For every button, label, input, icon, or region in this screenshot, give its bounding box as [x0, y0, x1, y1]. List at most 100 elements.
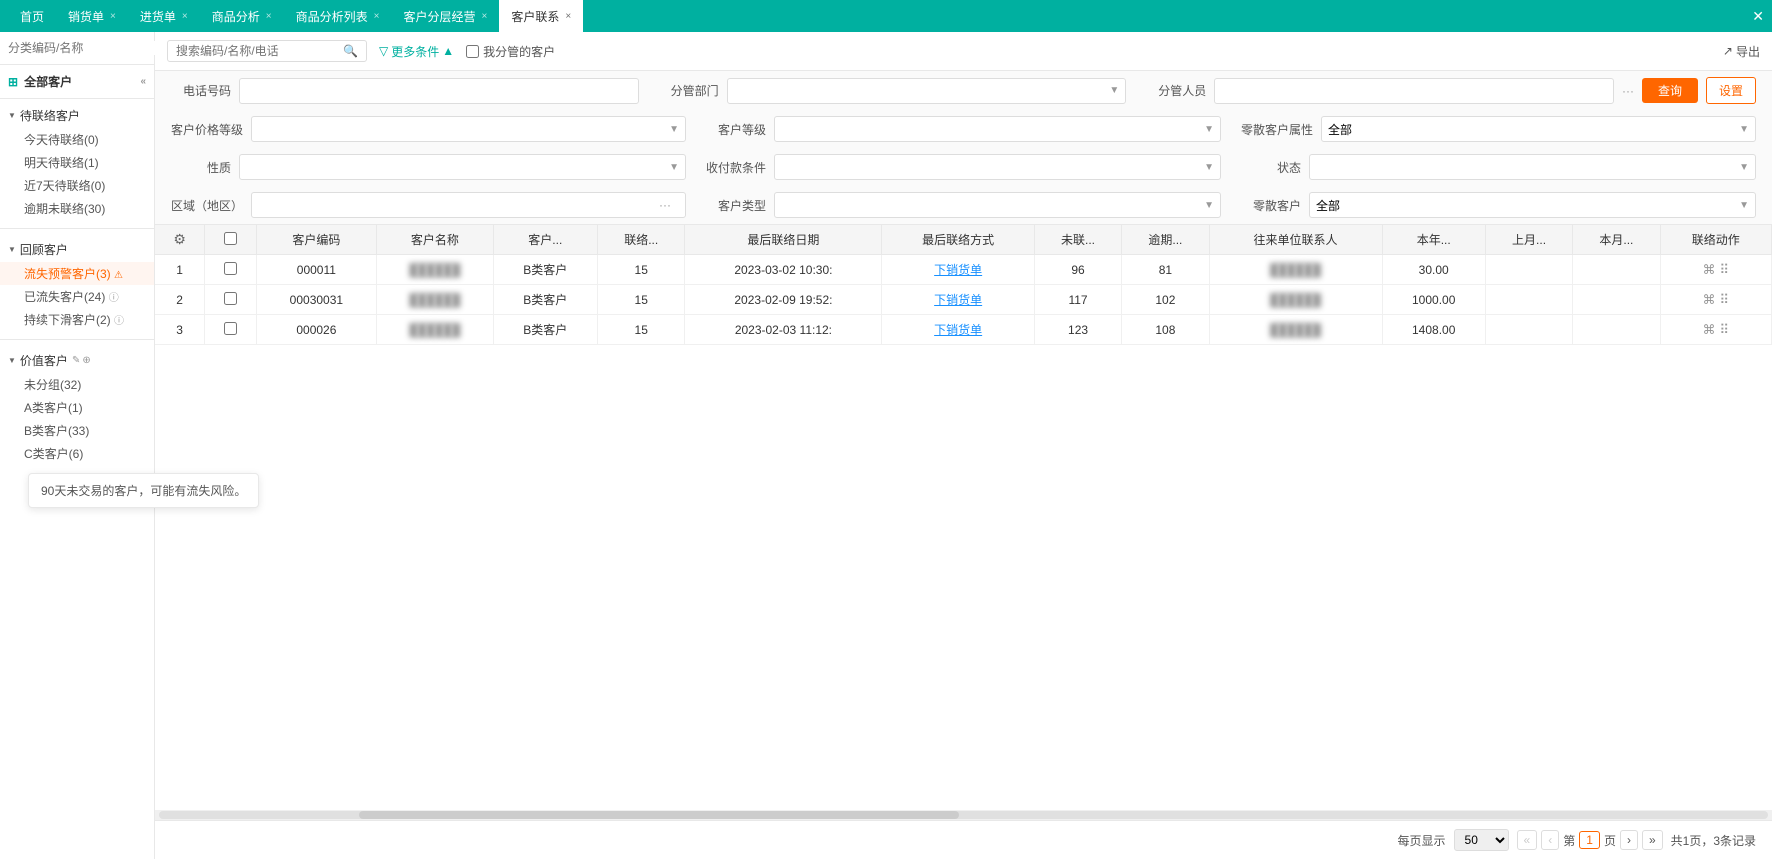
- contact-action-icon[interactable]: ⌘: [1703, 262, 1716, 278]
- sidebar-group-pending-title[interactable]: ▼ 待联络客户: [0, 103, 154, 128]
- tab-goods-list[interactable]: 商品分析列表 ×: [284, 0, 392, 32]
- row-contact: 15: [598, 255, 685, 285]
- status-select[interactable]: ▼: [1309, 154, 1756, 180]
- area-select[interactable]: ···: [251, 192, 686, 218]
- per-page-label: 每页显示: [1398, 832, 1446, 849]
- grid-icon: ⊞: [8, 75, 18, 89]
- table-area: ⚙ 客户编码 客户名称 客户... 联络... 最后联络日期 最后联络方式 未联…: [155, 225, 1772, 810]
- tab-home[interactable]: 首页: [8, 0, 56, 32]
- search-input[interactable]: [176, 44, 343, 58]
- col-settings[interactable]: ⚙: [155, 225, 205, 255]
- sidebar-group-review-title[interactable]: ▼ 回顾客户: [0, 237, 154, 262]
- row-action: ⌘ ⠿: [1660, 285, 1771, 315]
- person-input[interactable]: [1214, 78, 1614, 104]
- tab-customer-tier[interactable]: 客户分层经营 ×: [391, 0, 499, 32]
- more-icon[interactable]: ···: [1614, 84, 1642, 98]
- tab-goods-analysis[interactable]: 商品分析 ×: [200, 0, 284, 32]
- last-page-button[interactable]: »: [1642, 830, 1663, 850]
- row-contact-person: ██████: [1209, 315, 1382, 345]
- gear-icon[interactable]: ⚙: [173, 231, 186, 248]
- sidebar-item-class-b[interactable]: B类客户(33): [0, 419, 154, 442]
- retail-customer-select[interactable]: 全部▼: [1309, 192, 1756, 218]
- horizontal-scrollbar[interactable]: [155, 810, 1772, 820]
- first-page-button[interactable]: «: [1517, 830, 1538, 850]
- row-check[interactable]: [224, 262, 237, 275]
- col-last-date: 最后联络日期: [685, 225, 882, 255]
- export-button[interactable]: ↗ 导出: [1723, 43, 1760, 60]
- col-action: 联络动作: [1660, 225, 1771, 255]
- sidebar-item-class-c[interactable]: C类客户(6): [0, 442, 154, 465]
- add-icon[interactable]: ⊕: [82, 355, 90, 366]
- tab-sales[interactable]: 销货单 ×: [56, 0, 128, 32]
- row-this-year: 30.00: [1382, 255, 1485, 285]
- sidebar-search-input[interactable]: [8, 41, 163, 55]
- more-action-icon[interactable]: ⠿: [1720, 262, 1730, 278]
- close-icon[interactable]: ×: [182, 11, 188, 22]
- close-icon[interactable]: ×: [266, 11, 272, 22]
- more-action-icon[interactable]: ⠿: [1720, 292, 1730, 308]
- row-last-month: [1485, 315, 1572, 345]
- row-last-month: [1485, 255, 1572, 285]
- sidebar-item-ungrouped[interactable]: 未分组(32): [0, 373, 154, 396]
- row-checkbox: [205, 315, 256, 345]
- phone-input[interactable]: [239, 78, 639, 104]
- row-check[interactable]: [224, 322, 237, 335]
- gender-select[interactable]: ▼: [239, 154, 686, 180]
- price-level-select[interactable]: ▼: [251, 116, 686, 142]
- sidebar-all-customers[interactable]: ⊞ 全部客户 «: [0, 65, 154, 99]
- dept-select[interactable]: ▼: [727, 78, 1127, 104]
- sidebar-group-value-title[interactable]: ▼ 价值客户 ✎ ⊕: [0, 348, 154, 373]
- more-conditions-button[interactable]: ▽ 更多条件 ▲: [379, 43, 454, 60]
- scroll-thumb[interactable]: [359, 811, 959, 819]
- sidebar-item-class-a[interactable]: A类客户(1): [0, 396, 154, 419]
- row-seq: 1: [155, 255, 205, 285]
- sidebar-item-churned[interactable]: 已流失客户(24) ⓘ: [0, 285, 154, 308]
- customer-level-select[interactable]: ▼: [774, 116, 1221, 142]
- row-code: 000026: [256, 315, 377, 345]
- more-action-icon[interactable]: ⠿: [1720, 322, 1730, 338]
- page-label: 第: [1563, 832, 1575, 849]
- sidebar: 🔍 ⊞ 全部客户 « ▼ 待联络客户 今天待联络(0) 明天待联络(1) 近7天…: [0, 32, 155, 859]
- close-icon[interactable]: ×: [481, 11, 487, 22]
- sidebar-item-tomorrow[interactable]: 明天待联络(1): [0, 151, 154, 174]
- sidebar-item-churn-warning[interactable]: 流失预警客户(3) ⚠: [0, 262, 154, 285]
- row-seq: 3: [155, 315, 205, 345]
- tab-customer-contact[interactable]: 客户联系 ×: [499, 0, 583, 32]
- content-area: 🔍 ▽ 更多条件 ▲ 我分管的客户 ↗ 导出 电话号码: [155, 32, 1772, 859]
- row-code: 00030031: [256, 285, 377, 315]
- row-name: ██████: [377, 315, 493, 345]
- more-icon[interactable]: ···: [651, 198, 679, 212]
- col-this-month: 本月...: [1573, 225, 1660, 255]
- next-page-button[interactable]: ›: [1620, 830, 1638, 850]
- tab-purchase[interactable]: 进货单 ×: [128, 0, 200, 32]
- my-customers-checkbox[interactable]: 我分管的客户: [466, 43, 555, 60]
- sidebar-item-overdue[interactable]: 逾期未联络(30): [0, 197, 154, 220]
- settings-button[interactable]: 设置: [1706, 77, 1756, 104]
- edit-icon[interactable]: ✎: [72, 355, 80, 366]
- per-page-select[interactable]: 50 100: [1454, 829, 1509, 851]
- field-phone: 电话号码: [171, 78, 639, 104]
- contact-action-icon[interactable]: ⌘: [1703, 322, 1716, 338]
- nav-close-button[interactable]: ✕: [1752, 8, 1764, 25]
- close-icon[interactable]: ×: [374, 11, 380, 22]
- sidebar-item-declining[interactable]: 持续下滑客户(2) ⓘ: [0, 308, 154, 331]
- query-button[interactable]: 查询: [1642, 78, 1698, 103]
- contact-action-icon[interactable]: ⌘: [1703, 292, 1716, 308]
- close-icon[interactable]: ×: [110, 11, 116, 22]
- select-all-checkbox[interactable]: [224, 232, 237, 245]
- row-code: 000011: [256, 255, 377, 285]
- close-icon[interactable]: ×: [565, 11, 571, 22]
- row-type: B类客户: [493, 285, 597, 315]
- sidebar-item-7days[interactable]: 近7天待联络(0): [0, 174, 154, 197]
- table-row: 3 000026 ██████ B类客户 15 2023-02-03 11:12…: [155, 315, 1772, 345]
- row-check[interactable]: [224, 292, 237, 305]
- retail-prop-select[interactable]: 全部▼: [1321, 116, 1756, 142]
- payment-select[interactable]: ▼: [774, 154, 1221, 180]
- total-info: 共1页，3条记录: [1671, 832, 1756, 849]
- prev-page-button[interactable]: ‹: [1541, 830, 1559, 850]
- customer-type-select[interactable]: ▼: [774, 192, 1221, 218]
- chevron-up-icon: ▲: [442, 44, 454, 58]
- sidebar-item-today[interactable]: 今天待联络(0): [0, 128, 154, 151]
- search-button-icon[interactable]: 🔍: [343, 44, 358, 58]
- my-customers-check[interactable]: [466, 45, 479, 58]
